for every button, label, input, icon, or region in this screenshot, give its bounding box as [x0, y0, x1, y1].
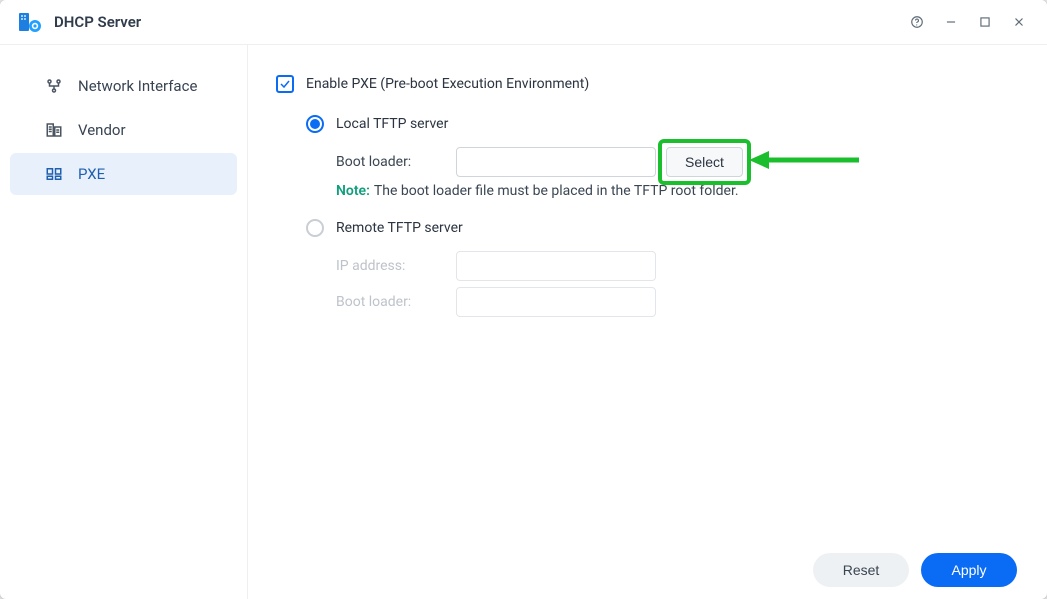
pxe-icon	[44, 164, 64, 184]
note-label: Note:	[336, 183, 370, 199]
note-row: Note: The boot loader file must be place…	[276, 183, 1017, 199]
content-pane: Enable PXE (Pre-boot Execution Environme…	[248, 45, 1047, 599]
local-boot-loader-input[interactable]	[456, 147, 656, 177]
help-button[interactable]	[903, 8, 931, 36]
apply-button[interactable]: Apply	[921, 553, 1017, 587]
select-button[interactable]: Select	[666, 147, 743, 177]
sidebar-item-vendor[interactable]: Vendor	[10, 109, 237, 151]
reset-button[interactable]: Reset	[813, 553, 909, 587]
remote-boot-loader-label: Boot loader:	[336, 294, 456, 310]
maximize-button[interactable]	[971, 8, 999, 36]
note-text: The boot loader file must be placed in t…	[374, 183, 739, 199]
sidebar-item-label: Vendor	[78, 121, 126, 139]
remote-ip-input	[456, 251, 656, 281]
sidebar-item-label: PXE	[78, 165, 105, 183]
app-window: DHCP Server	[0, 0, 1047, 599]
sidebar-item-network-interface[interactable]: Network Interface	[10, 65, 237, 107]
local-boot-loader-label: Boot loader:	[336, 154, 456, 170]
local-tftp-label: Local TFTP server	[336, 116, 448, 132]
remote-boot-loader-input	[456, 287, 656, 317]
app-icon	[18, 10, 42, 34]
window-title: DHCP Server	[54, 13, 141, 31]
window-controls	[903, 8, 1033, 36]
footer: Reset Apply	[248, 541, 1047, 599]
vendor-icon	[44, 120, 64, 140]
remote-tftp-row: Remote TFTP server	[276, 213, 1017, 243]
local-boot-loader-row: Boot loader: Select	[276, 147, 1017, 177]
minimize-button[interactable]	[937, 8, 965, 36]
enable-pxe-label: Enable PXE (Pre-boot Execution Environme…	[306, 76, 589, 92]
local-tftp-row: Local TFTP server	[276, 109, 1017, 139]
network-interface-icon	[44, 76, 64, 96]
enable-pxe-row: Enable PXE (Pre-boot Execution Environme…	[276, 69, 1017, 99]
remote-tftp-radio[interactable]	[306, 219, 324, 237]
enable-pxe-checkbox[interactable]	[276, 75, 294, 93]
sidebar: Network Interface Vendor	[0, 45, 248, 599]
sidebar-item-pxe[interactable]: PXE	[10, 153, 237, 195]
titlebar: DHCP Server	[0, 0, 1047, 44]
annotation-arrow-icon	[749, 148, 859, 176]
sidebar-item-label: Network Interface	[78, 77, 197, 95]
remote-boot-loader-row: Boot loader:	[276, 287, 1017, 317]
close-button[interactable]	[1005, 8, 1033, 36]
remote-ip-row: IP address:	[276, 251, 1017, 281]
local-tftp-radio[interactable]	[306, 115, 324, 133]
remote-tftp-label: Remote TFTP server	[336, 220, 463, 236]
remote-ip-label: IP address:	[336, 258, 456, 274]
